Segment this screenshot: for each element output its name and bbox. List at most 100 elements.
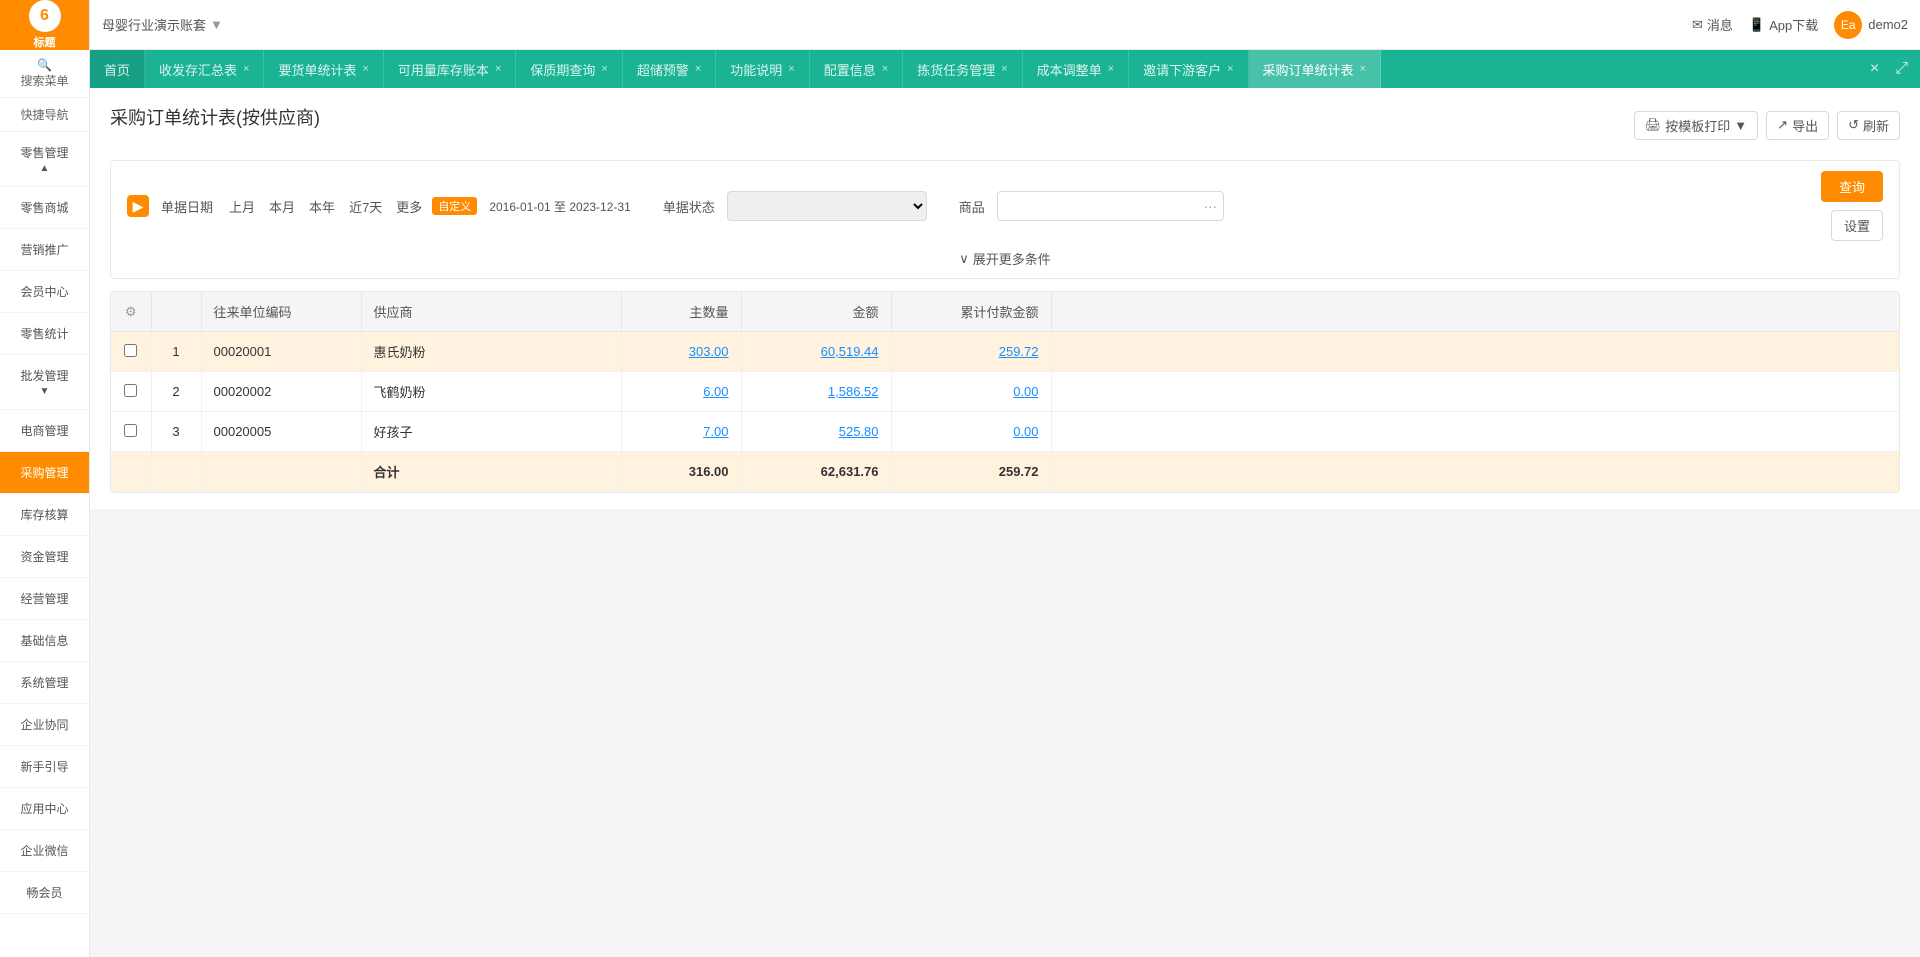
tab-close-icon[interactable]: ×	[1360, 63, 1366, 75]
sidebar-item-appcenter[interactable]: 应用中心	[0, 788, 89, 830]
sidebar-item-corpwechat[interactable]: 企业微信	[0, 830, 89, 872]
th-settings[interactable]: ⚙	[111, 292, 151, 332]
row-qty-cell[interactable]: 303.00	[621, 332, 741, 372]
sidebar-item-retail[interactable]: 零售管理 ▲	[0, 132, 89, 187]
user-menu[interactable]: Ea demo2	[1834, 11, 1908, 39]
settings-button[interactable]: 设置	[1831, 210, 1883, 241]
tab-label: 配置信息	[824, 60, 876, 79]
row-checkbox[interactable]	[124, 344, 137, 357]
tab-close-icon[interactable]: ×	[243, 63, 249, 75]
qty-link[interactable]: 6.00	[703, 384, 728, 399]
row-amount-cell[interactable]: 60,519.44	[741, 332, 891, 372]
tab-config[interactable]: 配置信息 ×	[810, 50, 903, 88]
row-qty-cell[interactable]: 7.00	[621, 412, 741, 452]
row-code-cell: 00020005	[201, 412, 361, 452]
sidebar-item-inventory[interactable]: 库存核算	[0, 494, 89, 536]
expand-more-conditions[interactable]: ∨ 展开更多条件	[959, 249, 1051, 268]
goods-input[interactable]	[998, 195, 1198, 218]
row-check-cell[interactable]	[111, 332, 151, 372]
qty-link[interactable]: 303.00	[689, 344, 729, 359]
qty-link[interactable]: 7.00	[703, 424, 728, 439]
sidebar-shortcut[interactable]: 快捷导航	[0, 98, 89, 132]
template-print-button[interactable]: 🖨 按模板打印 ▼	[1634, 111, 1758, 140]
tab-receive-send[interactable]: 收发存汇总表 ×	[145, 50, 264, 88]
tab-home-label: 首页	[104, 60, 130, 79]
row-amount-cell[interactable]: 1,586.52	[741, 372, 891, 412]
close-tab-button[interactable]: ×	[1866, 58, 1883, 80]
row-qty-cell[interactable]: 6.00	[621, 372, 741, 412]
sidebar-item-basic[interactable]: 基础信息	[0, 620, 89, 662]
sidebar-item-label: 会员中心	[20, 285, 68, 299]
date-btn-7days[interactable]: 近7天	[345, 195, 386, 218]
row-amount-cell[interactable]: 525.80	[741, 412, 891, 452]
tab-cost-adjust[interactable]: 成本调整单 ×	[1023, 50, 1129, 88]
paid-link[interactable]: 0.00	[1013, 384, 1038, 399]
tab-close-icon[interactable]: ×	[495, 63, 501, 75]
sidebar-item-wholesale[interactable]: 批发管理 ▼	[0, 355, 89, 410]
paid-link[interactable]: 0.00	[1013, 424, 1038, 439]
tab-available-stock[interactable]: 可用量库存账本 ×	[384, 50, 516, 88]
app-icon: 📱	[1749, 17, 1765, 33]
sidebar-item-system[interactable]: 系统管理	[0, 662, 89, 704]
minimize-tab-button[interactable]: ⤢	[1891, 58, 1912, 80]
amount-link[interactable]: 60,519.44	[821, 344, 879, 359]
paid-link[interactable]: 259.72	[999, 344, 1039, 359]
row-checkbox[interactable]	[124, 384, 137, 397]
tab-close-icon[interactable]: ×	[882, 63, 888, 75]
tab-close-icon[interactable]: ×	[362, 63, 368, 75]
tab-purchase-stats[interactable]: 采购订单统计表 ×	[1249, 50, 1381, 88]
refresh-button[interactable]: ↺ 刷新	[1837, 111, 1900, 140]
date-btn-thisyear[interactable]: 本年	[305, 195, 339, 218]
search-button[interactable]: 查询	[1821, 171, 1883, 202]
amount-link[interactable]: 525.80	[839, 424, 879, 439]
date-btn-more[interactable]: 更多	[392, 195, 426, 218]
tab-close-icon[interactable]: ×	[1227, 63, 1233, 75]
tab-expiry[interactable]: 保质期查询 ×	[516, 50, 622, 88]
industry-selector[interactable]: 母婴行业演示账套 ▼	[102, 15, 223, 34]
column-settings-icon[interactable]: ⚙	[125, 304, 137, 319]
sidebar-item-operation[interactable]: 经营管理	[0, 578, 89, 620]
export-button[interactable]: ↗ 导出	[1766, 111, 1829, 140]
date-btn-lastmonth[interactable]: 上月	[225, 195, 259, 218]
row-paid-cell[interactable]: 0.00	[891, 412, 1051, 452]
tab-picking-task[interactable]: 拣货任务管理 ×	[903, 50, 1022, 88]
sidebar-item-ecommerce[interactable]: 电商管理	[0, 410, 89, 452]
filter-toggle-button[interactable]: ▶	[127, 195, 149, 217]
th-qty: 主数量	[621, 292, 741, 332]
tab-func-desc[interactable]: 功能说明 ×	[716, 50, 809, 88]
expand-label: 展开更多条件	[973, 249, 1051, 268]
row-check-cell[interactable]	[111, 372, 151, 412]
tab-goods-stats[interactable]: 要货单统计表 ×	[264, 50, 383, 88]
message-button[interactable]: ✉ 消息	[1692, 15, 1733, 34]
status-select[interactable]	[727, 191, 927, 221]
tab-close-icon[interactable]: ×	[788, 63, 794, 75]
goods-input-more-icon[interactable]: ···	[1198, 199, 1223, 214]
row-paid-cell[interactable]: 0.00	[891, 372, 1051, 412]
sidebar-item-vip[interactable]: 畅会员	[0, 872, 89, 914]
row-supplier-cell: 飞鹤奶粉	[361, 372, 621, 412]
tab-home[interactable]: 首页	[90, 50, 145, 88]
row-checkbox[interactable]	[124, 424, 137, 437]
row-paid-cell[interactable]: 259.72	[891, 332, 1051, 372]
sidebar-search[interactable]: 🔍 搜索菜单	[0, 50, 89, 98]
sidebar-item-marketing[interactable]: 营销推广	[0, 229, 89, 271]
sidebar-item-retail-stats[interactable]: 零售统计	[0, 313, 89, 355]
tab-close-icon[interactable]: ×	[1001, 63, 1007, 75]
sidebar-item-finance[interactable]: 资金管理	[0, 536, 89, 578]
sidebar-item-purchase[interactable]: 采购管理	[0, 452, 89, 494]
row-check-cell[interactable]	[111, 412, 151, 452]
app-download-button[interactable]: 📱 App下载	[1749, 15, 1818, 34]
tab-close-icon[interactable]: ×	[695, 63, 701, 75]
sidebar-item-newbie[interactable]: 新手引导	[0, 746, 89, 788]
data-table: ⚙ 往来单位编码 供应商 主数量 金额 累计付款金额 1	[111, 292, 1899, 492]
sidebar-item-member[interactable]: 会员中心	[0, 271, 89, 313]
tab-invite-downstream[interactable]: 邀请下游客户 ×	[1129, 50, 1248, 88]
sidebar-item-retail-shop[interactable]: 零售商城	[0, 187, 89, 229]
tab-close-icon[interactable]: ×	[1108, 63, 1114, 75]
amount-link[interactable]: 1,586.52	[828, 384, 879, 399]
date-custom-badge[interactable]: 自定义	[432, 197, 477, 215]
sidebar-item-enterprise[interactable]: 企业协同	[0, 704, 89, 746]
tab-overstock[interactable]: 超储预警 ×	[623, 50, 716, 88]
date-btn-thismonth[interactable]: 本月	[265, 195, 299, 218]
tab-close-icon[interactable]: ×	[601, 63, 607, 75]
